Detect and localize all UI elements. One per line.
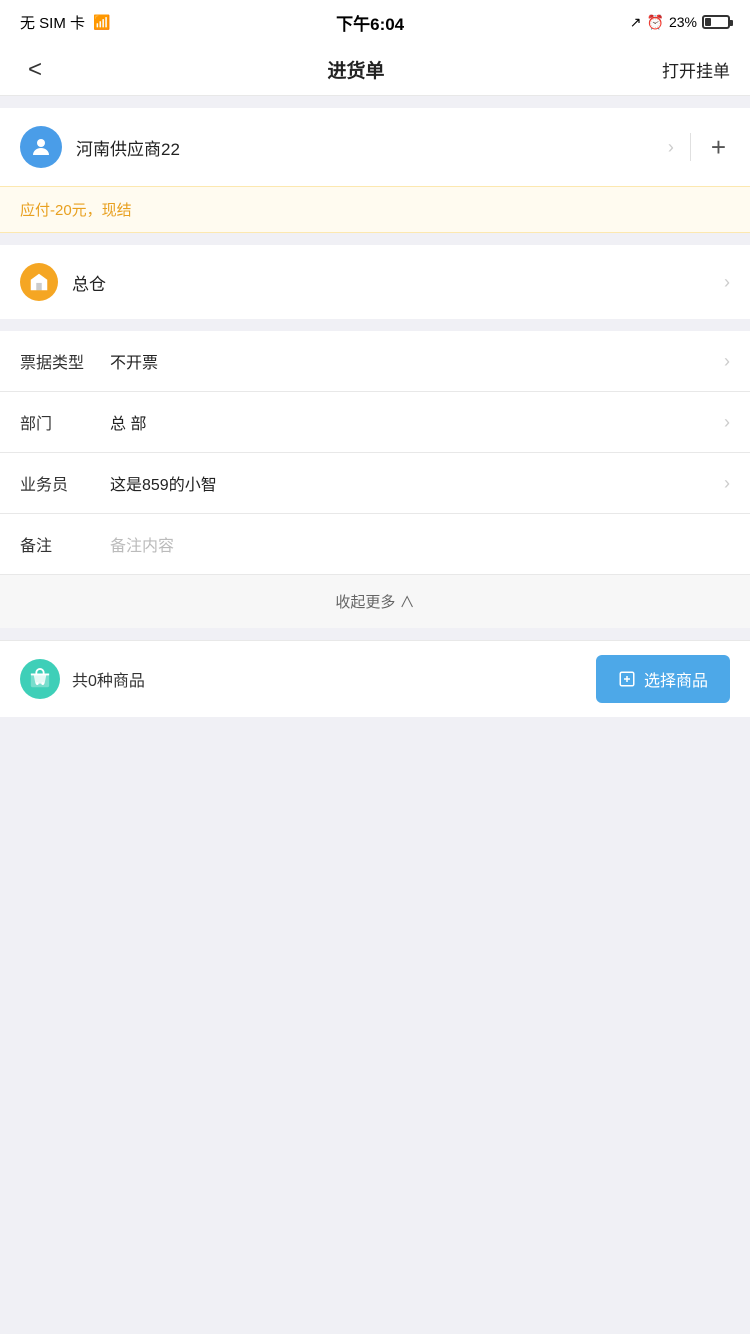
department-row[interactable]: 部门 总 部 › — [0, 392, 750, 452]
form-section: 票据类型 不开票 › 部门 总 部 › 业务员 这是859的小智 › 备注 备注… — [0, 331, 750, 628]
warehouse-chevron-icon: › — [724, 272, 730, 293]
supplier-row[interactable]: 河南供应商22 › + — [0, 108, 750, 186]
status-left: 无 SIM 卡 📶 — [20, 12, 110, 33]
page-title: 进货单 — [328, 56, 385, 83]
warehouse-icon — [20, 263, 58, 301]
department-value: 总 部 — [110, 410, 724, 434]
back-button[interactable]: < — [20, 52, 50, 88]
remark-input[interactable]: 备注内容 — [110, 532, 730, 556]
bottom-bar: 共0种商品 选择商品 — [0, 640, 750, 717]
alarm-icon: ⏰ — [647, 14, 664, 31]
salesperson-label: 业务员 — [20, 471, 110, 495]
home-icon — [28, 271, 50, 293]
section-divider-3 — [0, 319, 750, 331]
supplier-name: 河南供应商22 — [76, 135, 668, 160]
battery-percent: 23% — [669, 14, 697, 30]
chevron-right-icon: › — [668, 137, 674, 158]
invoice-label: 票据类型 — [20, 349, 110, 373]
nav-bar: < 进货单 打开挂单 — [0, 44, 750, 96]
warehouse-section: 总仓 › — [0, 245, 750, 319]
notice-text: 应付-20元，现结 — [20, 202, 132, 219]
status-right: ↗ ⏰ 23% — [630, 14, 730, 31]
section-divider-1 — [0, 96, 750, 108]
status-time: 下午6:04 — [336, 10, 404, 35]
select-icon — [618, 670, 636, 688]
invoice-row[interactable]: 票据类型 不开票 › — [0, 331, 750, 391]
supplier-avatar — [20, 126, 62, 168]
select-button-label: 选择商品 — [644, 667, 708, 691]
salesperson-value: 这是859的小智 — [110, 471, 724, 495]
cart-icon — [29, 668, 51, 690]
collapse-label: 收起更多 ∧ — [335, 591, 414, 612]
status-bar: 无 SIM 卡 📶 下午6:04 ↗ ⏰ 23% — [0, 0, 750, 44]
salesperson-chevron-icon: › — [724, 473, 730, 494]
wifi-icon: 📶 — [93, 14, 110, 31]
collapse-bar[interactable]: 收起更多 ∧ — [0, 574, 750, 628]
section-divider-2 — [0, 233, 750, 245]
carrier-text: 无 SIM 卡 — [20, 12, 85, 33]
department-label: 部门 — [20, 410, 110, 434]
battery-icon — [702, 15, 730, 29]
select-product-button[interactable]: 选择商品 — [596, 655, 730, 703]
vertical-divider — [690, 133, 691, 161]
location-icon: ↗ — [630, 14, 642, 31]
department-chevron-icon: › — [724, 412, 730, 433]
product-icon-wrap — [20, 659, 60, 699]
remark-row[interactable]: 备注 备注内容 — [0, 514, 750, 574]
supplier-section: 河南供应商22 › + 应付-20元，现结 — [0, 108, 750, 233]
open-pending-button[interactable]: 打开挂单 — [662, 57, 730, 82]
warehouse-name: 总仓 — [72, 270, 724, 295]
invoice-value: 不开票 — [110, 349, 724, 373]
salesperson-row[interactable]: 业务员 这是859的小智 › — [0, 453, 750, 513]
product-count: 共0种商品 — [72, 667, 596, 691]
add-supplier-button[interactable]: + — [707, 132, 730, 163]
person-icon — [29, 135, 53, 159]
notice-bar: 应付-20元，现结 — [0, 186, 750, 233]
remark-label: 备注 — [20, 532, 110, 556]
invoice-chevron-icon: › — [724, 351, 730, 372]
warehouse-row[interactable]: 总仓 › — [0, 245, 750, 319]
